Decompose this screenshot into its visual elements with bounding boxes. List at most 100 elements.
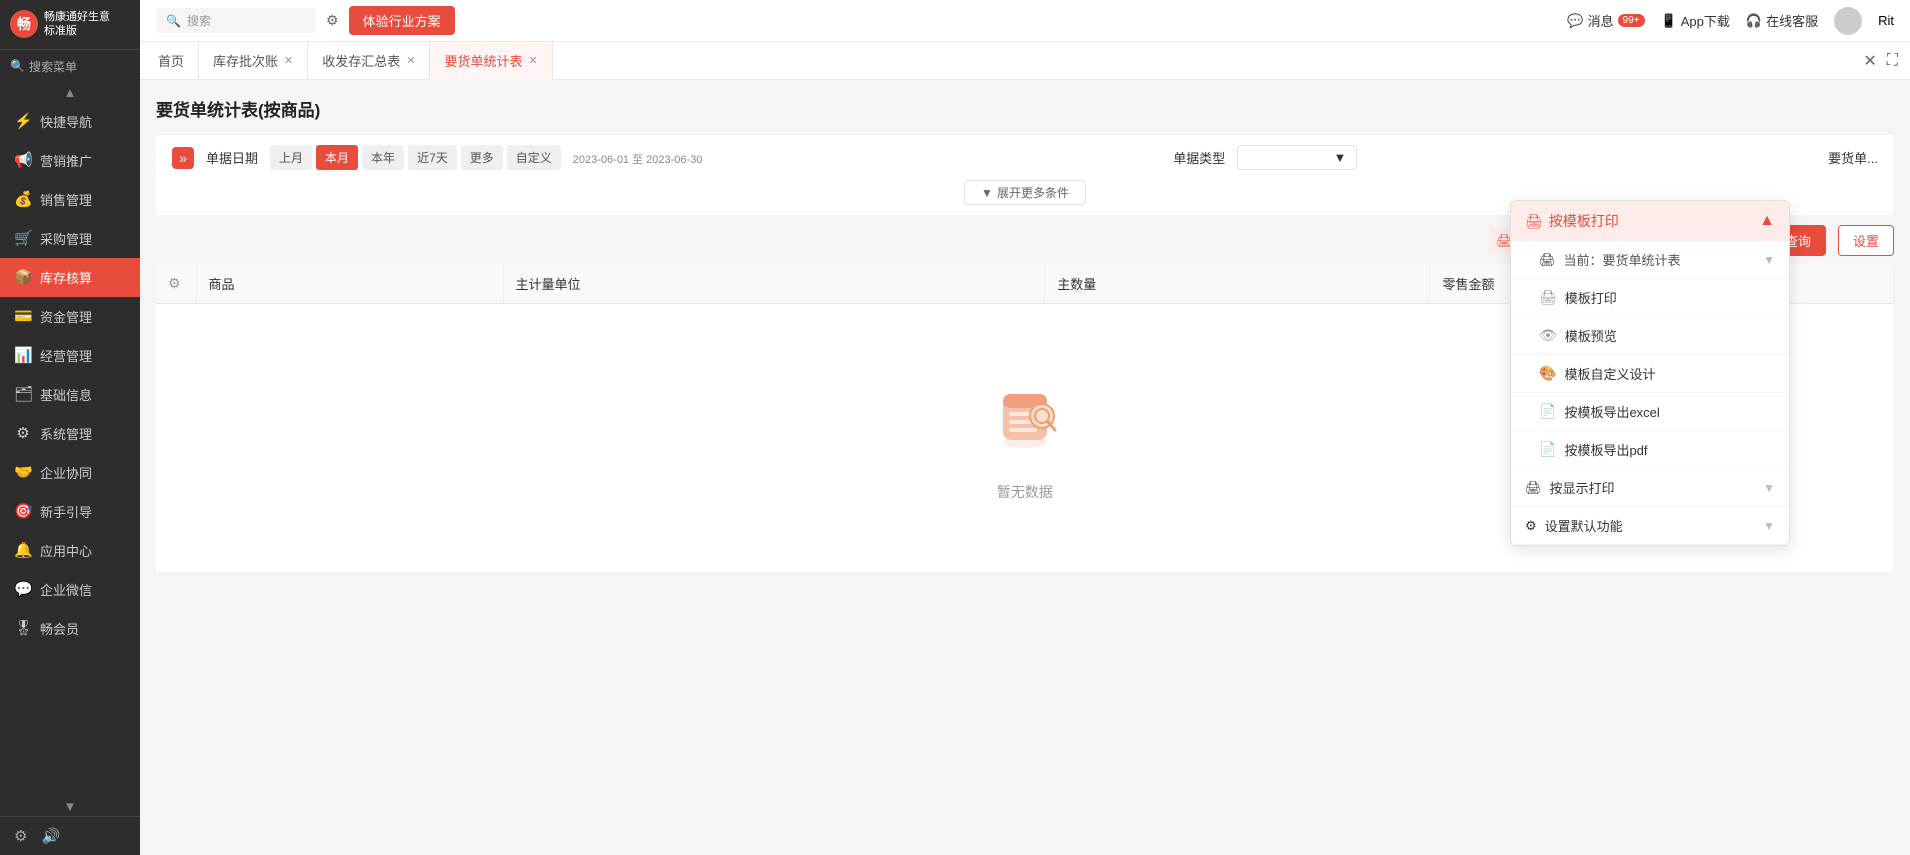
sidebar-scroll-up[interactable]: ▲ — [0, 83, 140, 102]
sidebar-item-marketing[interactable]: 📢 营销推广 — [0, 141, 140, 180]
type-filter-label: 单据类型 — [1173, 148, 1225, 167]
filter-row-1: » 单据日期 上月 本月 本年 近7天 更多 自定义 2023-06-01 至 … — [172, 145, 1878, 170]
sidebar-item-sales[interactable]: 💰 销售管理 — [0, 180, 140, 219]
dropdown-header-left: 🖨 按模板打印 — [1525, 211, 1619, 231]
template-preview-icon: 👁 — [1539, 327, 1557, 344]
dropdown-print-icon: 🖨 — [1525, 213, 1543, 230]
search-placeholder-text: 搜索 — [187, 12, 211, 29]
template-design-label: 模板自定义设计 — [1564, 364, 1655, 383]
filter-date-prev-month[interactable]: 上月 — [270, 145, 312, 170]
sidebar-item-label: 应用中心 — [40, 541, 92, 560]
dropdown-item-template-print[interactable]: 🖨 模板打印 — [1511, 279, 1789, 317]
footer-audio-icon[interactable]: 🔊 — [41, 827, 60, 845]
user-avatar[interactable] — [1834, 7, 1862, 35]
filter-date-more[interactable]: 更多 — [461, 145, 503, 170]
dropdown-close-btn[interactable]: ▲ — [1759, 212, 1775, 230]
sidebar-item-wechat[interactable]: 💬 企业微信 — [0, 570, 140, 609]
logo-icon: 畅 — [10, 10, 38, 38]
dropdown-title: 按模板打印 — [1549, 211, 1619, 231]
filter-type-select[interactable]: ▼ — [1237, 145, 1357, 170]
sidebar-item-label: 企业协同 — [40, 463, 92, 482]
sidebar-item-label: 企业微信 — [40, 580, 92, 599]
sidebar-item-appstore[interactable]: 🔔 应用中心 — [0, 531, 140, 570]
app-download-label: App下载 — [1681, 11, 1730, 30]
finance-icon: 💳 — [14, 307, 32, 325]
header-search-bar[interactable]: 🔍 搜索 — [156, 8, 316, 33]
sidebar-item-finance[interactable]: 💳 资金管理 — [0, 297, 140, 336]
template-print-label: 模板打印 — [1565, 288, 1617, 307]
dropdown-item-template-design[interactable]: 🎨 模板自定义设计 — [1511, 355, 1789, 393]
col-settings: ⚙ — [156, 264, 196, 304]
dropdown-item-template-pdf[interactable]: 📄 按模板导出pdf — [1511, 431, 1789, 469]
sidebar-item-label: 采购管理 — [40, 229, 92, 248]
inventory-icon: 📦 — [14, 268, 32, 286]
footer-settings-icon[interactable]: ⚙ — [14, 827, 27, 845]
filter-date-custom[interactable]: 自定义 — [507, 145, 561, 170]
filter-date-7days[interactable]: 近7天 — [408, 145, 457, 170]
quick-nav-icon: ⚡ — [14, 112, 32, 130]
tab-collection-summary[interactable]: 收发存汇总表 ✕ — [308, 42, 430, 80]
template-excel-icon: 📄 — [1539, 403, 1556, 420]
sidebar-item-enterprise[interactable]: 🤝 企业协同 — [0, 453, 140, 492]
expand-conditions-btn[interactable]: ▼ 展开更多条件 — [964, 180, 1086, 205]
wechat-icon: 💬 — [14, 580, 32, 598]
filter-date-range: 2023-06-01 至 2023-06-30 — [573, 151, 703, 167]
tab-collection-summary-close[interactable]: ✕ — [406, 54, 415, 67]
current-arrow: ▼ — [1763, 253, 1775, 267]
tab-order-summary[interactable]: 要货单统计表 ✕ — [430, 42, 552, 80]
sidebar-item-quick-nav[interactable]: ⚡ 快捷导航 — [0, 102, 140, 141]
dropdown-current-item[interactable]: 🖨 当前：要货单统计表 ▼ — [1511, 241, 1789, 279]
sales-icon: 💰 — [14, 190, 32, 208]
table-col-settings-icon[interactable]: ⚙ — [168, 275, 181, 291]
tab-inventory-batch[interactable]: 库存批次账 ✕ — [199, 42, 308, 80]
header-gear-icon[interactable]: ⚙ — [326, 12, 339, 29]
col-product: 商品 — [196, 264, 503, 304]
sidebar-item-label: 畅会员 — [40, 619, 79, 638]
sidebar-scroll-down[interactable]: ▼ — [0, 797, 140, 816]
service-label: 在线客服 — [1766, 11, 1818, 30]
sidebar-item-operation[interactable]: 📊 经营管理 — [0, 336, 140, 375]
trial-button[interactable]: 体验行业方案 — [349, 6, 455, 35]
header-app-download[interactable]: 📱 App下载 — [1661, 11, 1730, 30]
filter-date-this-year[interactable]: 本年 — [362, 145, 404, 170]
tab-inventory-batch-close[interactable]: ✕ — [284, 54, 293, 67]
print-dropdown: 🖨 按模板打印 ▲ 🖨 当前：要货单统计表 ▼ 🖨 模板打印 👁 模板预览 — [1510, 200, 1790, 546]
tab-window-controls: ✕ ⛶ — [1863, 51, 1898, 71]
tab-window-close-btn[interactable]: ✕ — [1863, 51, 1876, 71]
template-preview-label: 模板预览 — [1565, 326, 1617, 345]
filter-collapse-btn[interactable]: » — [172, 147, 194, 169]
dropdown-item-set-default[interactable]: ⚙ 设置默认功能 ▼ — [1511, 507, 1789, 545]
sidebar-footer: ⚙ 🔊 — [0, 816, 140, 855]
dropdown-item-template-preview[interactable]: 👁 模板预览 — [1511, 317, 1789, 355]
sidebar-item-member[interactable]: 🎖 畅会员 — [0, 609, 140, 648]
sidebar-item-inventory[interactable]: 📦 库存核算 — [0, 258, 140, 297]
tab-inventory-batch-label: 库存批次账 — [213, 51, 278, 70]
tab-home[interactable]: 首页 — [152, 42, 199, 80]
sidebar-item-guide[interactable]: 🎯 新手引导 — [0, 492, 140, 531]
sidebar-search-label: 搜索菜单 — [29, 58, 77, 75]
header-online-service[interactable]: 🎧 在线客服 — [1746, 11, 1818, 30]
set-default-left: ⚙ 设置默认功能 — [1525, 516, 1623, 535]
settings-btn[interactable]: 设置 — [1838, 225, 1894, 256]
template-pdf-icon: 📄 — [1539, 441, 1556, 458]
sidebar-item-system[interactable]: ⚙ 系统管理 — [0, 414, 140, 453]
basic-icon: 🗂 — [14, 385, 32, 403]
top-header: 🔍 搜索 ⚙ 体验行业方案 💬 消息 99+ 📱 App下载 🎧 在线客服 Ri… — [140, 0, 1910, 42]
sidebar-item-purchase[interactable]: 🛒 采购管理 — [0, 219, 140, 258]
empty-illustration — [985, 374, 1065, 470]
expand-label: 展开更多条件 — [997, 184, 1069, 201]
appstore-icon: 🔔 — [14, 541, 32, 559]
tab-window-maximize-btn[interactable]: ⛶ — [1887, 52, 1898, 70]
filter-date-current-month[interactable]: 本月 — [316, 145, 358, 170]
page-content: 要货单统计表(按商品) » 单据日期 上月 本月 本年 近7天 更多 自定义 2… — [140, 80, 1910, 855]
sidebar-item-label: 基础信息 — [40, 385, 92, 404]
display-print-left: 🖨 按显示打印 — [1525, 478, 1615, 497]
sidebar-item-basic[interactable]: 🗂 基础信息 — [0, 375, 140, 414]
dropdown-item-display-print[interactable]: 🖨 按显示打印 ▼ — [1511, 469, 1789, 507]
tab-order-summary-close[interactable]: ✕ — [529, 54, 538, 67]
user-name: Rit — [1878, 13, 1894, 28]
header-messages[interactable]: 💬 消息 99+ — [1567, 11, 1644, 30]
sidebar-search[interactable]: 🔍 搜索菜单 — [0, 50, 140, 83]
dropdown-item-template-excel[interactable]: 📄 按模板导出excel — [1511, 393, 1789, 431]
tab-home-label: 首页 — [158, 51, 184, 70]
